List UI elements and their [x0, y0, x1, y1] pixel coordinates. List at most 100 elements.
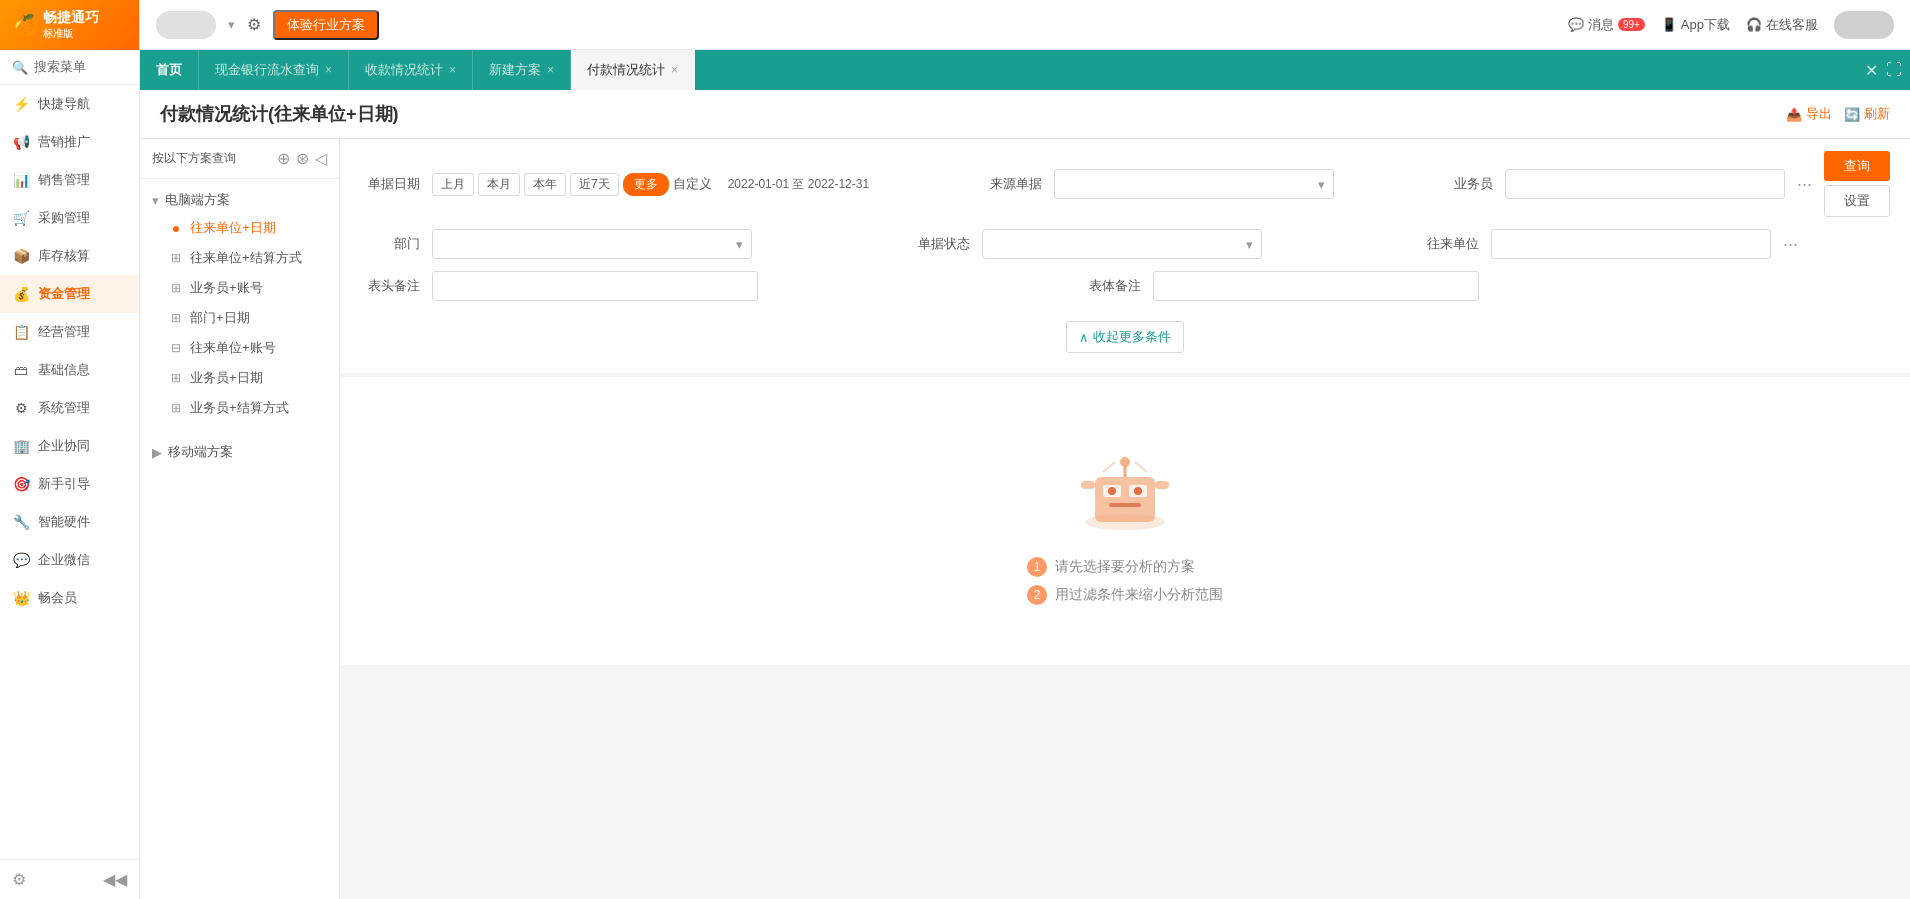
member-icon: 👑	[12, 589, 30, 607]
query-button[interactable]: 查询	[1824, 151, 1890, 181]
settings-gear-icon[interactable]: ⚙	[247, 15, 261, 34]
scheme-item-counterpart-date[interactable]: ● 往来单位+日期	[140, 213, 339, 243]
last-7-days-btn[interactable]: 近7天	[570, 173, 619, 196]
sidebar-item-sales[interactable]: 📊 销售管理	[0, 161, 139, 199]
doc-status-select[interactable]: ▾	[982, 229, 1262, 259]
refresh-label: 刷新	[1864, 105, 1890, 123]
filter-row-3: 表头备注 表体备注	[360, 271, 1890, 301]
sidebar-item-purchase[interactable]: 🛒 采购管理	[0, 199, 139, 237]
tab-new-scheme-close[interactable]: ×	[547, 63, 554, 77]
headset-icon: 🎧	[1746, 17, 1762, 32]
more-btn[interactable]: 更多	[623, 173, 669, 196]
scheme-item-staff-date[interactable]: ⊞ 业务员+日期	[140, 363, 339, 393]
tab-home[interactable]: 首页	[140, 50, 199, 90]
source-select[interactable]: ▾	[1054, 169, 1334, 199]
scheme-item-dept-date[interactable]: ⊞ 部门+日期	[140, 303, 339, 333]
filter-actions-row: ∧ 收起更多条件	[360, 313, 1890, 361]
scheme-item-staff-account[interactable]: ⊞ 业务员+账号	[140, 273, 339, 303]
counterpart-select[interactable]	[1491, 229, 1771, 259]
collapse-icon: ∧	[1079, 330, 1089, 345]
app-download-button[interactable]: 📱 App下载	[1661, 16, 1730, 34]
counterpart-label: 往来单位	[1427, 235, 1479, 253]
footer-collapse-icon[interactable]: ◀◀	[103, 870, 127, 889]
staff-more-icon[interactable]: ···	[1797, 174, 1812, 195]
scheme-item-label: 部门+日期	[190, 309, 250, 327]
staff-label: 业务员	[1454, 175, 1493, 193]
dept-select[interactable]: ▾	[432, 229, 752, 259]
footer-settings-icon[interactable]: ⚙	[12, 870, 26, 889]
export-button[interactable]: 📤 导出	[1786, 105, 1832, 123]
sidebar-item-quick-nav[interactable]: ⚡ 快捷导航	[0, 85, 139, 123]
user-dropdown-icon[interactable]: ▾	[228, 17, 235, 32]
empty-tips: 1 请先选择要分析的方案 2 用过滤条件来缩小分析范围	[1027, 557, 1223, 605]
counterpart-more-icon[interactable]: ···	[1783, 234, 1798, 255]
header-note-input[interactable]	[432, 271, 758, 301]
marketing-icon: 📢	[12, 133, 30, 151]
sidebar-item-system[interactable]: ⚙ 系统管理	[0, 389, 139, 427]
scheme-settings-icon[interactable]: ⊛	[296, 149, 309, 168]
sidebar-search[interactable]: 🔍 搜索菜单	[0, 50, 139, 85]
sidebar-item-marketing[interactable]: 📢 营销推广	[0, 123, 139, 161]
group-label: 电脑端方案	[165, 191, 230, 209]
sidebar-item-basic[interactable]: 🗃 基础信息	[0, 351, 139, 389]
tab-home-label: 首页	[156, 61, 182, 79]
sidebar-item-business[interactable]: 📋 经营管理	[0, 313, 139, 351]
scheme-group-desktop: ▾ 电脑端方案 ● 往来单位+日期 ⊞ 往来单位+结算方式 ⊞	[140, 179, 339, 431]
sidebar-item-member[interactable]: 👑 畅会员	[0, 579, 139, 617]
settings-button[interactable]: 设置	[1824, 185, 1890, 217]
sidebar-item-wechat[interactable]: 💬 企业微信	[0, 541, 139, 579]
sidebar-item-guide[interactable]: 🎯 新手引导	[0, 465, 139, 503]
svg-point-8	[1120, 457, 1130, 467]
tab-payment[interactable]: 付款情况统计 ×	[571, 50, 695, 90]
customer-service-button[interactable]: 🎧 在线客服	[1746, 16, 1818, 34]
message-button[interactable]: 💬 消息 99+	[1568, 16, 1645, 34]
custom-btn[interactable]: 自定义	[673, 175, 712, 193]
page-actions: 📤 导出 🔄 刷新	[1786, 105, 1890, 123]
tab-close-all-icon[interactable]: ✕	[1865, 61, 1878, 80]
svg-rect-6	[1109, 503, 1141, 507]
topbar-user-avatar[interactable]	[1834, 11, 1894, 39]
scheme-item-label: 业务员+结算方式	[190, 399, 289, 417]
tab-collection-close[interactable]: ×	[449, 63, 456, 77]
sidebar-label: 经营管理	[38, 323, 90, 341]
guide-icon: 🎯	[12, 475, 30, 493]
scheme-group-mobile-title[interactable]: ▶ 移动端方案	[140, 439, 339, 465]
tab-fullscreen-icon[interactable]: ⛶	[1886, 61, 1902, 79]
basic-icon: 🗃	[12, 361, 30, 379]
scheme-item-counterpart-account[interactable]: ⊟ 往来单位+账号	[140, 333, 339, 363]
page-title: 付款情况统计(往来单位+日期)	[160, 102, 399, 126]
sidebar-item-inventory[interactable]: 📦 库存核算	[0, 237, 139, 275]
tab-payment-close[interactable]: ×	[671, 63, 678, 77]
sidebar-label: 基础信息	[38, 361, 90, 379]
staff-select[interactable]	[1505, 169, 1785, 199]
page-header: 付款情况统计(往来单位+日期) 📤 导出 🔄 刷新	[140, 90, 1910, 139]
filter-box: 单据日期 上月 本月 本年 近7天 更多 自定义 2022-01-01 至 20…	[340, 139, 1910, 373]
scheme-item-staff-settle[interactable]: ⊞ 业务员+结算方式	[140, 393, 339, 423]
scheme-group-desktop-title[interactable]: ▾ 电脑端方案	[140, 187, 339, 213]
sidebar-item-hardware[interactable]: 🔧 智能硬件	[0, 503, 139, 541]
trial-button[interactable]: 体验行业方案	[273, 10, 379, 40]
collapse-scheme-icon[interactable]: ◁	[315, 149, 327, 168]
collapse-label: 收起更多条件	[1093, 328, 1171, 346]
body-note-input[interactable]	[1153, 271, 1479, 301]
this-year-btn[interactable]: 本年	[524, 173, 566, 196]
add-scheme-icon[interactable]: ⊕	[277, 149, 290, 168]
sidebar-label: 快捷导航	[38, 95, 90, 113]
tip-text-2: 用过滤条件来缩小分析范围	[1055, 586, 1223, 604]
tab-bank-close[interactable]: ×	[325, 63, 332, 77]
this-month-btn[interactable]: 本月	[478, 173, 520, 196]
tab-new-scheme[interactable]: 新建方案 ×	[473, 50, 571, 90]
phone-icon: 📱	[1661, 17, 1677, 32]
collapse-conditions-button[interactable]: ∧ 收起更多条件	[1066, 321, 1184, 353]
svg-rect-1	[1095, 477, 1155, 522]
source-label: 来源单据	[990, 175, 1042, 193]
source-dropdown-icon: ▾	[1318, 177, 1325, 192]
tab-bank[interactable]: 现金银行流水查询 ×	[199, 50, 349, 90]
refresh-button[interactable]: 🔄 刷新	[1844, 105, 1890, 123]
sidebar-item-enterprise[interactable]: 🏢 企业协同	[0, 427, 139, 465]
last-month-btn[interactable]: 上月	[432, 173, 474, 196]
scheme-item-counterpart-settle[interactable]: ⊞ 往来单位+结算方式	[140, 243, 339, 273]
search-label: 搜索菜单	[34, 58, 86, 76]
tab-collection[interactable]: 收款情况统计 ×	[349, 50, 473, 90]
sidebar-item-finance[interactable]: 💰 资金管理	[0, 275, 139, 313]
